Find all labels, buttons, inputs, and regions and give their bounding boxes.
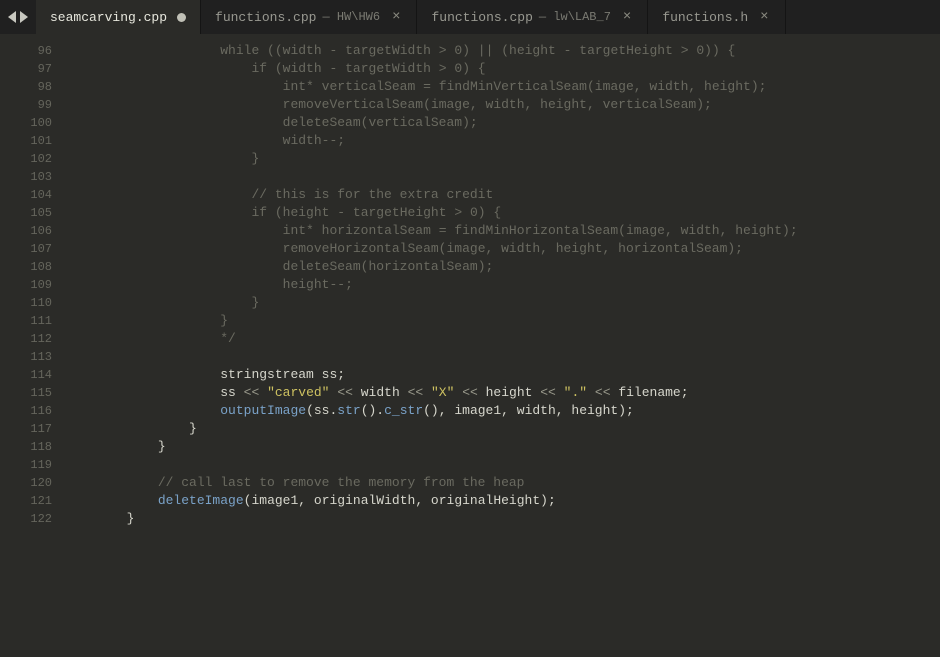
code-line: while ((width - targetWidth > 0) || (hei… (72, 42, 940, 60)
close-icon[interactable]: × (390, 8, 402, 26)
tab-1[interactable]: functions.cpp — HW\HW6 × (201, 0, 417, 34)
tab-0[interactable]: seamcarving.cpp (36, 0, 201, 34)
line-number: 110 (0, 294, 52, 312)
line-number: 117 (0, 420, 52, 438)
line-number: 122 (0, 510, 52, 528)
line-number: 100 (0, 114, 52, 132)
line-number-gutter: 9697989910010110210310410510610710810911… (0, 34, 64, 657)
code-line: // call last to remove the memory from t… (72, 474, 940, 492)
tab-sublabel: — HW\HW6 (322, 10, 380, 24)
dirty-indicator-icon (177, 13, 186, 22)
code-line: deleteSeam(horizontalSeam); (72, 258, 940, 276)
line-number: 96 (0, 42, 52, 60)
code-line: deleteSeam(verticalSeam); (72, 114, 940, 132)
line-number: 116 (0, 402, 52, 420)
line-number: 106 (0, 222, 52, 240)
code-line: // this is for the extra credit (72, 186, 940, 204)
line-number: 120 (0, 474, 52, 492)
line-number: 113 (0, 348, 52, 366)
vertical-scrollbar[interactable] (926, 34, 940, 657)
code-line: } (72, 420, 940, 438)
code-line: int* horizontalSeam = findMinHorizontalS… (72, 222, 940, 240)
close-icon[interactable]: × (758, 8, 770, 26)
line-number: 114 (0, 366, 52, 384)
line-number: 98 (0, 78, 52, 96)
line-number: 108 (0, 258, 52, 276)
code-line: } (72, 438, 940, 456)
line-number: 99 (0, 96, 52, 114)
line-number: 109 (0, 276, 52, 294)
code-line: */ (72, 330, 940, 348)
code-line: stringstream ss; (72, 366, 940, 384)
code-line: width--; (72, 132, 940, 150)
line-number: 119 (0, 456, 52, 474)
tab-label: seamcarving.cpp (50, 10, 167, 25)
code-line: removeHorizontalSeam(image, width, heigh… (72, 240, 940, 258)
line-number: 107 (0, 240, 52, 258)
editor: 9697989910010110210310410510610710810911… (0, 34, 940, 657)
code-line: outputImage(ss.str().c_str(), image1, wi… (72, 402, 940, 420)
code-line: deleteImage(image1, originalWidth, origi… (72, 492, 940, 510)
line-number: 115 (0, 384, 52, 402)
line-number: 102 (0, 150, 52, 168)
code-line: } (72, 294, 940, 312)
line-number: 97 (0, 60, 52, 78)
line-number: 118 (0, 438, 52, 456)
tab-label: functions.cpp (431, 10, 532, 25)
code-line: height--; (72, 276, 940, 294)
code-line (72, 348, 940, 366)
tab-prev-icon[interactable] (8, 11, 16, 23)
line-number: 111 (0, 312, 52, 330)
code-line: removeVerticalSeam(image, width, height,… (72, 96, 940, 114)
code-line: } (72, 312, 940, 330)
line-number: 105 (0, 204, 52, 222)
tabs-container: seamcarving.cppfunctions.cpp — HW\HW6×fu… (36, 0, 940, 34)
line-number: 103 (0, 168, 52, 186)
line-number: 101 (0, 132, 52, 150)
code-line: int* verticalSeam = findMinVerticalSeam(… (72, 78, 940, 96)
code-line: ss << "carved" << width << "X" << height… (72, 384, 940, 402)
code-line (72, 456, 940, 474)
tab-next-icon[interactable] (20, 11, 28, 23)
tab-label: functions.h (662, 10, 748, 25)
code-line: if (width - targetWidth > 0) { (72, 60, 940, 78)
line-number: 104 (0, 186, 52, 204)
code-line: } (72, 510, 940, 528)
line-number: 121 (0, 492, 52, 510)
code-line (72, 168, 940, 186)
code-area[interactable]: while ((width - targetWidth > 0) || (hei… (64, 34, 940, 657)
line-number: 112 (0, 330, 52, 348)
tab-2[interactable]: functions.cpp — lw\LAB_7 × (417, 0, 648, 34)
tab-sublabel: — lw\LAB_7 (539, 10, 611, 24)
tab-3[interactable]: functions.h × (648, 0, 785, 34)
tab-bar: seamcarving.cppfunctions.cpp — HW\HW6×fu… (0, 0, 940, 34)
tab-label: functions.cpp (215, 10, 316, 25)
close-icon[interactable]: × (621, 8, 633, 26)
code-line: if (height - targetHeight > 0) { (72, 204, 940, 222)
code-line: } (72, 150, 940, 168)
tab-nav (0, 0, 36, 34)
